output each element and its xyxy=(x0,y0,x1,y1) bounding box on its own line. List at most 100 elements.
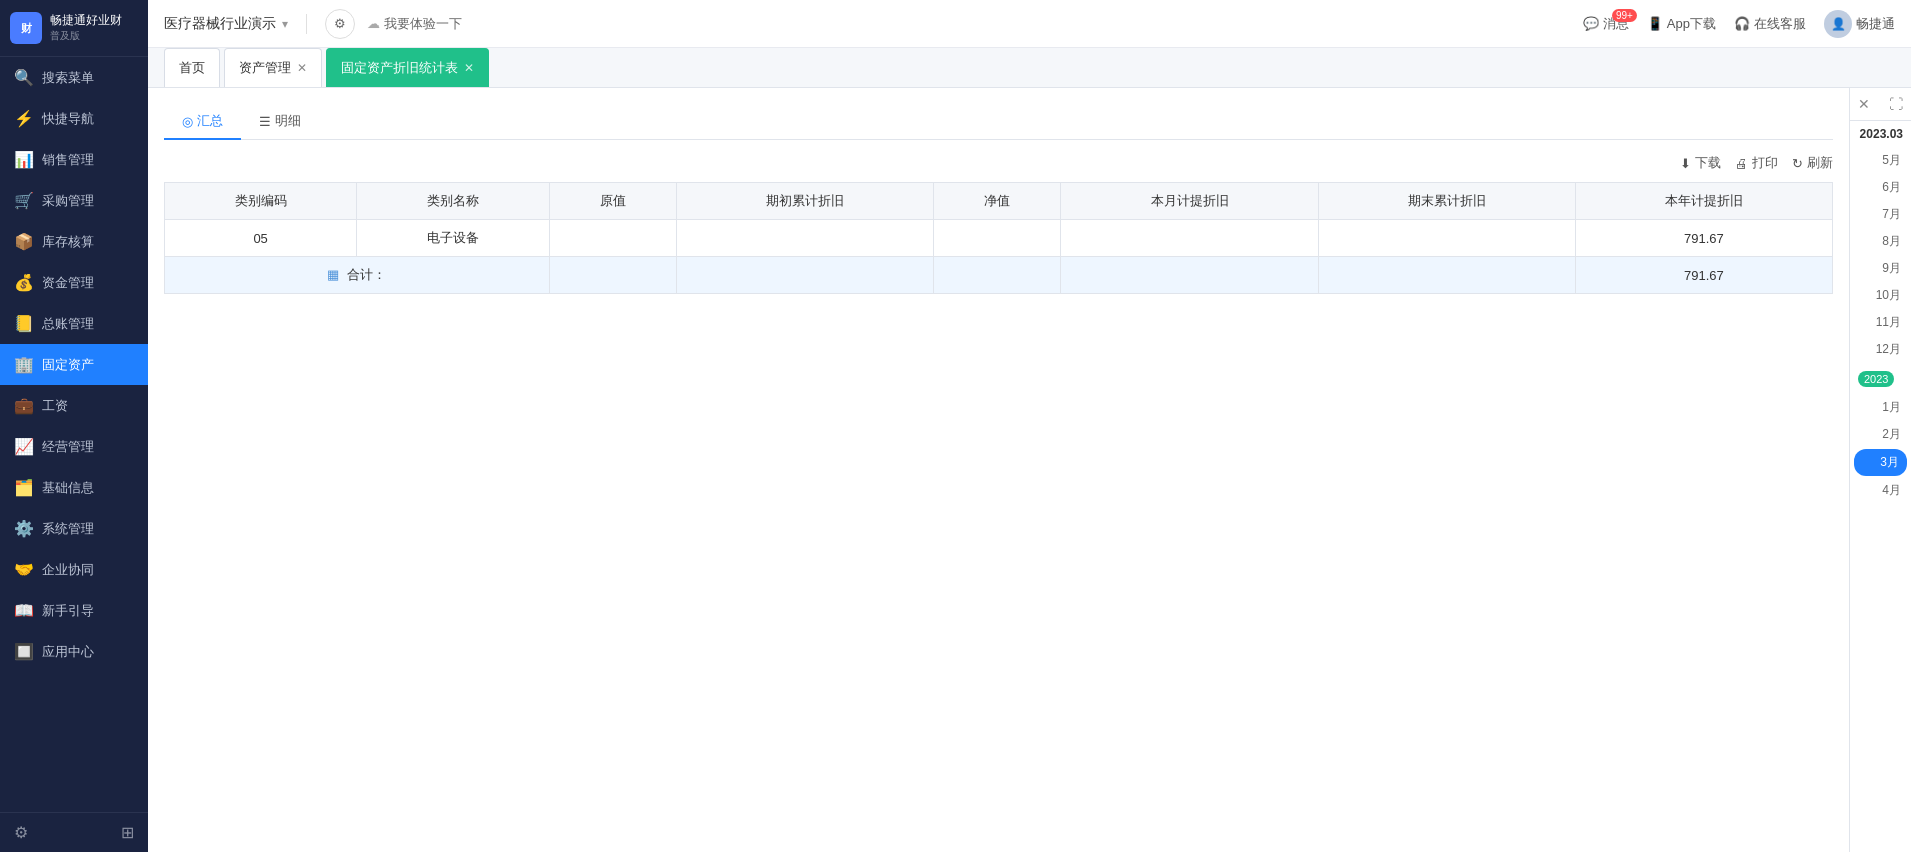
sidebar-label-payroll: 工资 xyxy=(42,397,68,415)
cal-month-10月[interactable]: 10月 xyxy=(1850,282,1911,309)
sidebar-item-system[interactable]: ⚙️ 系统管理 xyxy=(0,508,148,549)
summary-row: ▦ 合计： 791.67 xyxy=(165,257,1833,294)
sidebar-label-purchase: 采购管理 xyxy=(42,192,94,210)
sidebar-item-basic-info[interactable]: 🗂️ 基础信息 xyxy=(0,467,148,508)
sidebar-item-app-center[interactable]: 🔲 应用中心 xyxy=(0,631,148,672)
sub-tab-detail[interactable]: ☰ 明细 xyxy=(241,104,319,140)
col-header-original: 原值 xyxy=(549,183,676,220)
row-net xyxy=(934,220,1061,257)
payroll-icon: 💼 xyxy=(14,396,34,415)
cal-month-11月[interactable]: 11月 xyxy=(1850,309,1911,336)
tab-label-home: 首页 xyxy=(179,59,205,77)
sidebar-item-ops[interactable]: 📈 经营管理 xyxy=(0,426,148,467)
summary-annual: 791.67 xyxy=(1575,257,1832,294)
sidebar-item-finance[interactable]: 💰 资金管理 xyxy=(0,262,148,303)
tab-home[interactable]: 首页 xyxy=(164,48,220,87)
sidebar-header: 财 畅捷通好业财 普及版 xyxy=(0,0,148,57)
row-initial-accum xyxy=(676,220,933,257)
cal-month-7月[interactable]: 7月 xyxy=(1850,201,1911,228)
company-dropdown-icon: ▾ xyxy=(282,17,288,31)
sidebar-label-quick-nav: 快捷导航 xyxy=(42,110,94,128)
experience-button[interactable]: ☁ 我要体验一下 xyxy=(367,15,462,33)
company-selector[interactable]: 医疗器械行业演示 ▾ xyxy=(164,15,288,33)
sidebar-label-search: 搜索菜单 xyxy=(42,69,94,87)
row-annual: 791.67 xyxy=(1575,220,1832,257)
col-header-initial-accum: 期初累计折旧 xyxy=(676,183,933,220)
refresh-button[interactable]: ↻ 刷新 xyxy=(1792,154,1833,172)
sidebar-item-ledger[interactable]: 📒 总账管理 xyxy=(0,303,148,344)
sidebar-label-enterprise: 企业协同 xyxy=(42,561,94,579)
table-toolbar: ⬇ 下载 🖨 打印 ↻ 刷新 xyxy=(164,154,1833,172)
content-main: ◎ 汇总 ☰ 明细 ⬇ 下载 🖨 打印 ↻ xyxy=(148,88,1849,852)
cal-month-5月[interactable]: 5月 xyxy=(1850,147,1911,174)
calendar-year-label: 2023.03 xyxy=(1850,121,1911,143)
customer-service-icon: 🎧 xyxy=(1734,16,1750,31)
content-area: ◎ 汇总 ☰ 明细 ⬇ 下载 🖨 打印 ↻ xyxy=(148,88,1911,852)
customer-service-button[interactable]: 🎧 在线客服 xyxy=(1734,15,1806,33)
topbar-right: 💬 消息 99+ 📱 App下载 🎧 在线客服 👤 畅捷通 xyxy=(1583,10,1895,38)
search-icon: 🔍 xyxy=(14,68,34,87)
collapse-icon[interactable]: ⊞ xyxy=(121,823,134,842)
sidebar-label-guide: 新手引导 xyxy=(42,602,94,620)
sidebar-item-fixed-assets[interactable]: 🏢 固定资产 xyxy=(0,344,148,385)
table-wrapper: 类别编码 类别名称 原值 期初累计折旧 净值 本月计提折旧 期末累计折旧 本年计… xyxy=(164,182,1833,294)
summary-icon: ▦ xyxy=(327,267,339,282)
tab-close-depreciation[interactable]: ✕ xyxy=(464,61,474,75)
tab-close-asset-mgmt[interactable]: ✕ xyxy=(297,61,307,75)
expand-icon[interactable]: ⛶ xyxy=(1889,96,1903,112)
row-code: 05 xyxy=(165,220,357,257)
finance-icon: 💰 xyxy=(14,273,34,292)
right-panel-header: ✕ ⛶ xyxy=(1850,88,1911,121)
sidebar-item-purchase[interactable]: 🛒 采购管理 xyxy=(0,180,148,221)
depreciation-table: 类别编码 类别名称 原值 期初累计折旧 净值 本月计提折旧 期末累计折旧 本年计… xyxy=(164,182,1833,294)
cal-month-2023-3月[interactable]: 3月 xyxy=(1854,449,1907,476)
row-period-end xyxy=(1318,220,1575,257)
sidebar-item-sales[interactable]: 📊 销售管理 xyxy=(0,139,148,180)
cal-month-2023-1月[interactable]: 1月 xyxy=(1850,394,1911,421)
message-button[interactable]: 💬 消息 99+ xyxy=(1583,15,1629,33)
sidebar-label-system: 系统管理 xyxy=(42,520,94,538)
cal-month-9月[interactable]: 9月 xyxy=(1850,255,1911,282)
app-download-button[interactable]: 📱 App下载 xyxy=(1647,15,1716,33)
cal-month-8月[interactable]: 8月 xyxy=(1850,228,1911,255)
app-logo: 财 xyxy=(10,12,42,44)
main-area: 医疗器械行业演示 ▾ ⚙ ☁ 我要体验一下 💬 消息 99+ 📱 App下载 🎧… xyxy=(148,0,1911,852)
tab-depreciation[interactable]: 固定资产折旧统计表✕ xyxy=(326,48,489,87)
close-panel-icon[interactable]: ✕ xyxy=(1858,96,1870,112)
col-header-net: 净值 xyxy=(934,183,1061,220)
enterprise-icon: 🤝 xyxy=(14,560,34,579)
download-button[interactable]: ⬇ 下载 xyxy=(1680,154,1721,172)
sidebar-item-inventory[interactable]: 📦 库存核算 xyxy=(0,221,148,262)
purchase-icon: 🛒 xyxy=(14,191,34,210)
summary-original xyxy=(549,257,676,294)
year-2023-badge: 2023 xyxy=(1858,371,1894,387)
cal-month-2023-2月[interactable]: 2月 xyxy=(1850,421,1911,448)
sidebar-label-basic-info: 基础信息 xyxy=(42,479,94,497)
sidebar-footer: ⚙ ⊞ xyxy=(0,812,148,852)
ops-icon: 📈 xyxy=(14,437,34,456)
print-button[interactable]: 🖨 打印 xyxy=(1735,154,1778,172)
row-monthly xyxy=(1061,220,1318,257)
tab-asset-mgmt[interactable]: 资产管理✕ xyxy=(224,48,322,87)
settings-icon[interactable]: ⚙ xyxy=(14,823,28,842)
sidebar-label-sales: 销售管理 xyxy=(42,151,94,169)
inventory-icon: 📦 xyxy=(14,232,34,251)
sidebar-item-guide[interactable]: 📖 新手引导 xyxy=(0,590,148,631)
sidebar-item-enterprise[interactable]: 🤝 企业协同 xyxy=(0,549,148,590)
sidebar-item-quick-nav[interactable]: ⚡ 快捷导航 xyxy=(0,98,148,139)
cal-month-6月[interactable]: 6月 xyxy=(1850,174,1911,201)
summary-monthly xyxy=(1061,257,1318,294)
sub-tab-summary[interactable]: ◎ 汇总 xyxy=(164,104,241,140)
settings-button[interactable]: ⚙ xyxy=(325,9,355,39)
sidebar-item-search[interactable]: 🔍 搜索菜单 xyxy=(0,57,148,98)
guide-icon: 📖 xyxy=(14,601,34,620)
cal-month-12月[interactable]: 12月 xyxy=(1850,336,1911,363)
refresh-icon: ↻ xyxy=(1792,156,1803,171)
topbar-divider xyxy=(306,14,307,34)
summary-period-end xyxy=(1318,257,1575,294)
col-header-name: 类别名称 xyxy=(357,183,549,220)
cal-month-2023-4月[interactable]: 4月 xyxy=(1850,477,1911,504)
detail-tab-icon: ☰ xyxy=(259,114,271,129)
user-profile[interactable]: 👤 畅捷通 xyxy=(1824,10,1895,38)
sidebar-item-payroll[interactable]: 💼 工资 xyxy=(0,385,148,426)
